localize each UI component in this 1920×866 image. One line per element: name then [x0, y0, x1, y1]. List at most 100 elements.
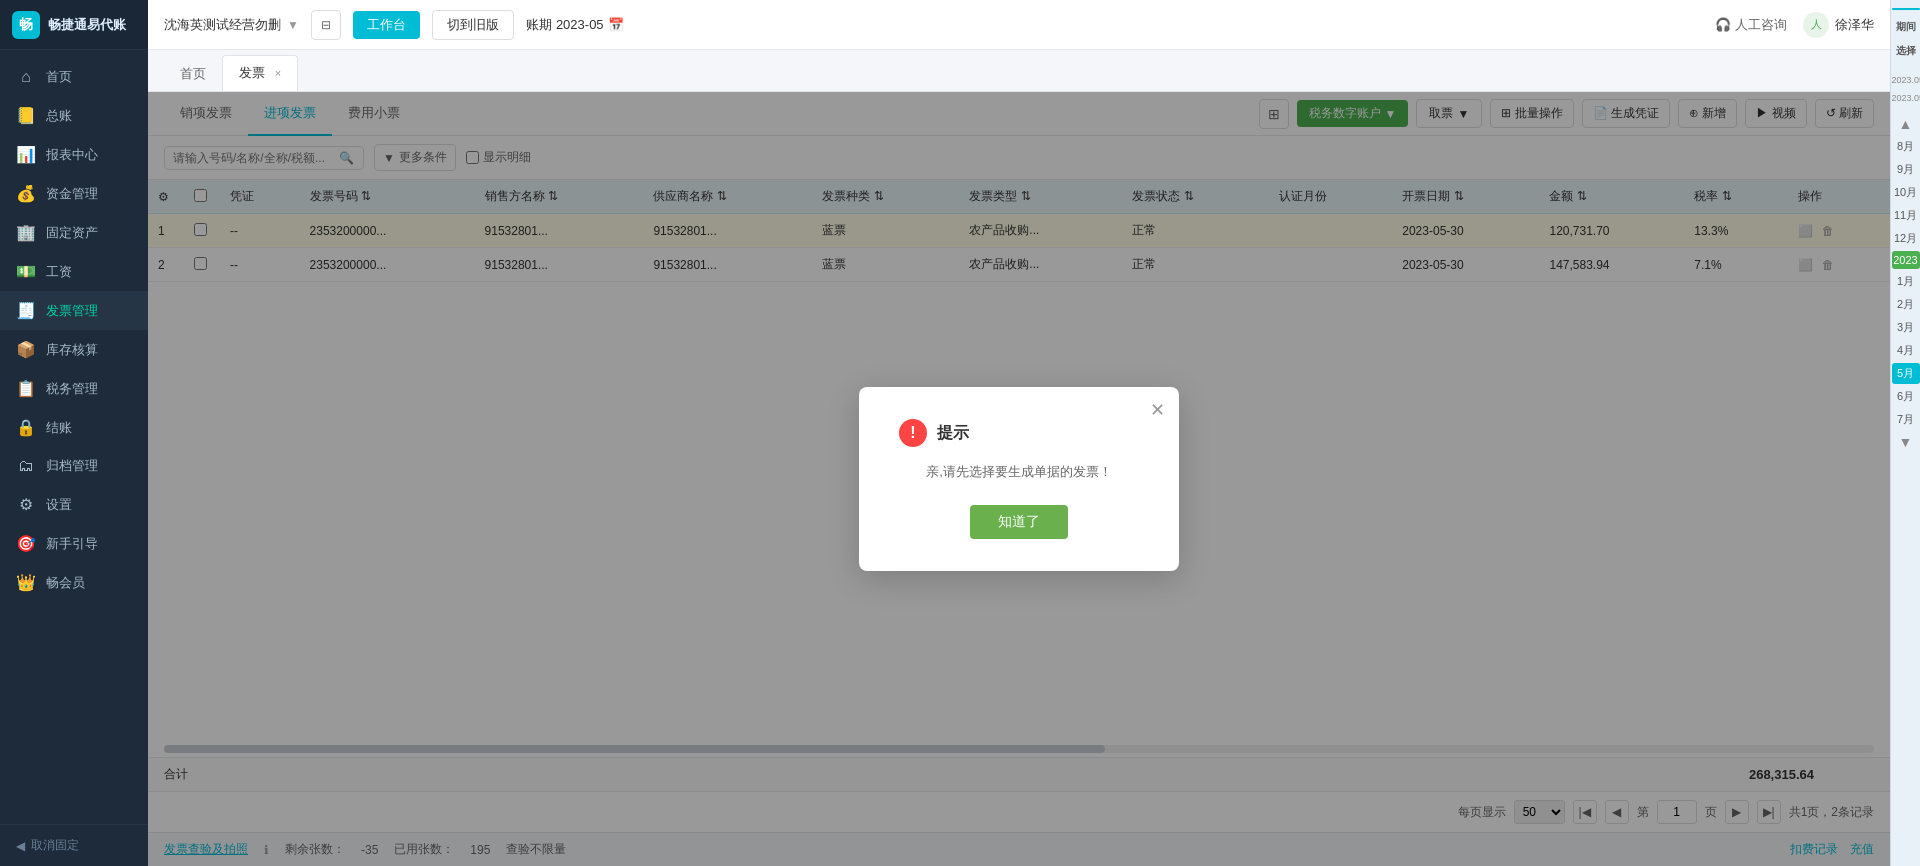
modal-body: 亲,请先选择要生成单据的发票！ — [899, 463, 1139, 481]
period-month-9[interactable]: 9月 — [1892, 159, 1920, 180]
period-selector[interactable]: 账期 2023-05 📅 — [526, 16, 624, 34]
period-month-2[interactable]: 2月 — [1892, 294, 1920, 315]
fund-icon: 💰 — [16, 184, 36, 203]
sidebar-item-member[interactable]: 👑 畅会员 — [0, 563, 148, 602]
sidebar-label-guide: 新手引导 — [46, 535, 98, 553]
panel-indicator — [1892, 8, 1920, 10]
company-name: 沈海英测试经营勿删 — [164, 16, 281, 34]
sidebar: 畅 畅捷通易代账 ⌂ 首页 📒 总账 📊 报表中心 💰 资金管理 🏢 固定资产 … — [0, 0, 148, 866]
period-year-top: 2023.05 — [1892, 72, 1920, 88]
logo-icon: 畅 — [12, 11, 40, 39]
period-header-2: 选择 — [1894, 40, 1918, 62]
period-month-7[interactable]: 7月 — [1892, 409, 1920, 430]
sidebar-item-invoice[interactable]: 🧾 发票管理 — [0, 291, 148, 330]
sidebar-label-ledger: 总账 — [46, 107, 72, 125]
modal-footer: 知道了 — [899, 505, 1139, 539]
member-icon: 👑 — [16, 573, 36, 592]
avatar: 人 — [1803, 12, 1829, 38]
settings-icon: ⚙ — [16, 495, 36, 514]
sidebar-item-ledger[interactable]: 📒 总账 — [0, 96, 148, 135]
tab-home-label: 首页 — [180, 66, 206, 81]
tab-close-icon[interactable]: × — [275, 67, 281, 79]
sidebar-item-close-account[interactable]: 🔒 结账 — [0, 408, 148, 447]
calendar-icon: 📅 — [608, 17, 624, 32]
service-button[interactable]: 🎧 人工咨询 — [1715, 16, 1787, 34]
close-account-icon: 🔒 — [16, 418, 36, 437]
sidebar-item-report[interactable]: 📊 报表中心 — [0, 135, 148, 174]
sidebar-label-inventory: 库存核算 — [46, 341, 98, 359]
sidebar-item-fund[interactable]: 💰 资金管理 — [0, 174, 148, 213]
period-month-11[interactable]: 11月 — [1892, 205, 1920, 226]
sidebar-label-fund: 资金管理 — [46, 185, 98, 203]
sidebar-logo: 畅 畅捷通易代账 — [0, 0, 148, 50]
tab-home[interactable]: 首页 — [164, 57, 222, 91]
report-icon: 📊 — [16, 145, 36, 164]
modal-dialog: ✕ ! 提示 亲,请先选择要生成单据的发票！ 知道了 — [859, 387, 1179, 571]
sidebar-label-salary: 工资 — [46, 263, 72, 281]
modal-header: ! 提示 — [899, 419, 1139, 447]
period-month-12[interactable]: 12月 — [1892, 228, 1920, 249]
content-area: 销项发票 进项发票 费用小票 ⊞ 税务数字账户 ▼ 取票 ▼ ⊞ — [148, 92, 1890, 866]
salary-icon: 💵 — [16, 262, 36, 281]
ledger-icon: 📒 — [16, 106, 36, 125]
sidebar-label-report: 报表中心 — [46, 146, 98, 164]
invoice-icon: 🧾 — [16, 301, 36, 320]
service-label: 人工咨询 — [1735, 16, 1787, 34]
period-up-icon[interactable]: ▲ — [1897, 114, 1915, 134]
switch-version-button[interactable]: 切到旧版 — [432, 10, 514, 40]
sidebar-label-archive: 归档管理 — [46, 457, 98, 475]
sidebar-item-guide[interactable]: 🎯 新手引导 — [0, 524, 148, 563]
sidebar-label-tax: 税务管理 — [46, 380, 98, 398]
sidebar-item-asset[interactable]: 🏢 固定资产 — [0, 213, 148, 252]
sidebar-label-home: 首页 — [46, 68, 72, 86]
tab-invoice-label: 发票 — [239, 65, 265, 80]
period-month-1[interactable]: 1月 — [1892, 271, 1920, 292]
sidebar-label-invoice: 发票管理 — [46, 302, 98, 320]
sidebar-item-tax[interactable]: 📋 税务管理 — [0, 369, 148, 408]
modal-message: 亲,请先选择要生成单据的发票！ — [926, 464, 1112, 479]
sidebar-label-member: 畅会员 — [46, 574, 85, 592]
settings-small-icon: ⊟ — [321, 18, 331, 32]
period-down-icon[interactable]: ▼ — [1897, 432, 1915, 452]
sidebar-label-asset: 固定资产 — [46, 224, 98, 242]
app-title: 畅捷通易代账 — [48, 16, 126, 34]
sidebar-label-close: 结账 — [46, 419, 72, 437]
sidebar-item-salary[interactable]: 💵 工资 — [0, 252, 148, 291]
period-month-8[interactable]: 8月 — [1892, 136, 1920, 157]
archive-icon: 🗂 — [16, 457, 36, 475]
period-month-6[interactable]: 6月 — [1892, 386, 1920, 407]
main-area: 沈海英测试经营勿删 ▼ ⊟ 工作台 切到旧版 账期 2023-05 📅 🎧 人工… — [148, 0, 1890, 866]
sidebar-footer[interactable]: ◀ 取消固定 — [0, 824, 148, 866]
modal-overlay: ✕ ! 提示 亲,请先选择要生成单据的发票！ 知道了 — [148, 92, 1890, 866]
sidebar-item-inventory[interactable]: 📦 库存核算 — [0, 330, 148, 369]
workspace-button[interactable]: 工作台 — [353, 11, 420, 39]
sidebar-item-home[interactable]: ⌂ 首页 — [0, 58, 148, 96]
sidebar-item-settings[interactable]: ⚙ 设置 — [0, 485, 148, 524]
period-month-5[interactable]: 5月 — [1892, 363, 1920, 384]
sidebar-nav: ⌂ 首页 📒 总账 📊 报表中心 💰 资金管理 🏢 固定资产 💵 工资 🧾 发票… — [0, 50, 148, 824]
tax-icon: 📋 — [16, 379, 36, 398]
topbar: 沈海英测试经营勿删 ▼ ⊟ 工作台 切到旧版 账期 2023-05 📅 🎧 人工… — [148, 0, 1890, 50]
tab-invoice[interactable]: 发票 × — [222, 55, 298, 91]
company-settings-button[interactable]: ⊟ — [311, 10, 341, 40]
asset-icon: 🏢 — [16, 223, 36, 242]
username: 徐泽华 — [1835, 16, 1874, 34]
period-month-10[interactable]: 10月 — [1892, 182, 1920, 203]
modal-title: 提示 — [937, 423, 969, 444]
unpin-label: 取消固定 — [31, 837, 79, 854]
modal-warning-icon: ! — [899, 419, 927, 447]
unpin-icon: ◀ — [16, 839, 25, 853]
period-2023-05-2: 2023.05 — [1892, 90, 1920, 106]
service-icon: 🎧 — [1715, 17, 1731, 32]
user-menu[interactable]: 人 徐泽华 — [1803, 12, 1874, 38]
company-selector[interactable]: 沈海英测试经营勿删 ▼ — [164, 16, 299, 34]
modal-confirm-button[interactable]: 知道了 — [970, 505, 1068, 539]
sidebar-item-archive[interactable]: 🗂 归档管理 — [0, 447, 148, 485]
period-value: 2023-05 — [556, 17, 604, 32]
period-month-4[interactable]: 4月 — [1892, 340, 1920, 361]
modal-close-button[interactable]: ✕ — [1150, 399, 1165, 421]
period-month-3[interactable]: 3月 — [1892, 317, 1920, 338]
tabbar: 首页 发票 × — [148, 50, 1890, 92]
topbar-right: 🎧 人工咨询 人 徐泽华 — [1715, 12, 1874, 38]
period-year-2023[interactable]: 2023 — [1892, 251, 1920, 269]
